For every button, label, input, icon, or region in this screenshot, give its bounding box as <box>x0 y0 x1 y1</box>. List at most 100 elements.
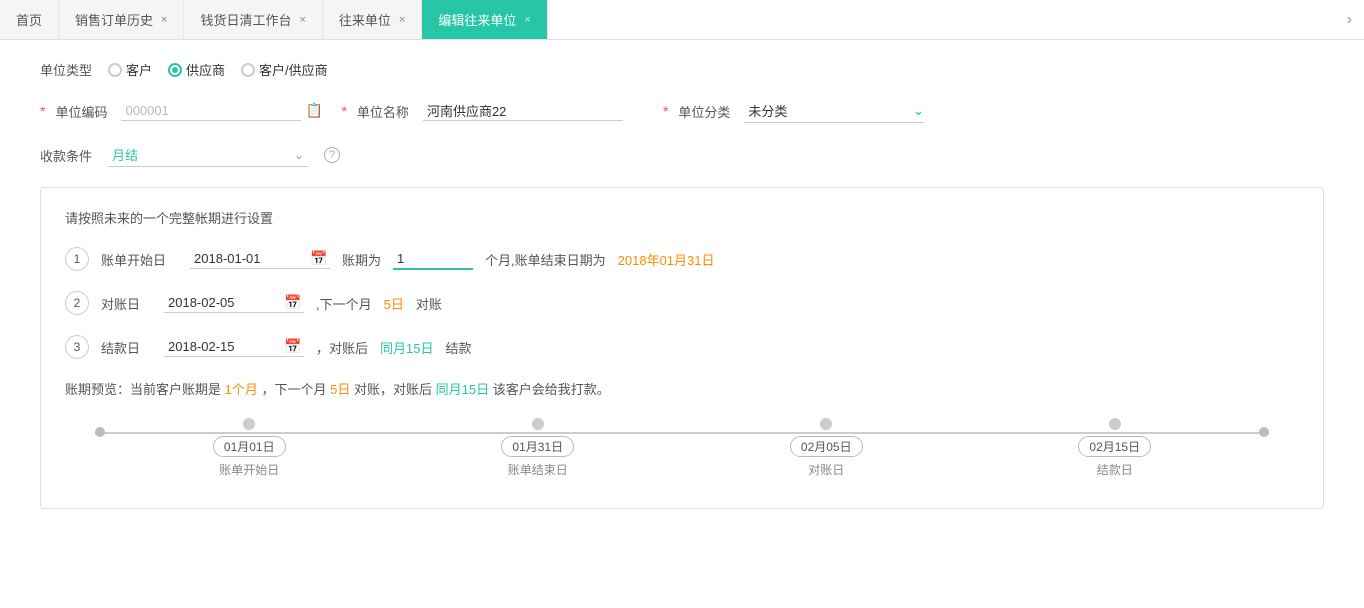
unit-classify-label: 单位分类 <box>678 102 730 121</box>
payment-help-icon[interactable]: ? <box>324 147 340 163</box>
step-2-calendar-icon[interactable]: 📅 <box>284 294 301 311</box>
timeline-dot-2 <box>532 418 544 430</box>
main-content: 单位类型 客户 供应商 客户/供应商 * 单位编码 📋 <box>0 40 1364 608</box>
unit-name-group: * 单位名称 <box>341 101 622 121</box>
step-3-label: 结款日 <box>101 338 152 357</box>
timeline-badge-1: 01月01日 <box>213 436 286 457</box>
timeline-start-cap <box>95 418 105 437</box>
unit-name-required: * <box>341 103 346 119</box>
unit-classify-value: 未分类 <box>744 99 912 122</box>
timeline-label-4: 结款日 <box>1097 461 1133 478</box>
unit-name-label: 单位名称 <box>357 102 409 121</box>
step-3-row: 3 结款日 📅 ，对账后 同月15日 结款 <box>65 335 1299 359</box>
step-3-calendar-icon[interactable]: 📅 <box>284 338 301 355</box>
step-1-period-suffix: 个月,账单结束日期为 <box>485 250 606 269</box>
unit-type-label: 单位类型 <box>40 60 92 79</box>
preview-day: 5日 <box>330 382 350 397</box>
payment-value: 月结 <box>108 143 290 166</box>
unit-name-input[interactable] <box>423 101 623 121</box>
preview-mid2: 对账，对账后 <box>354 382 432 397</box>
timeline-start-dot <box>95 427 105 437</box>
step-3-suffix1: ，对账后 <box>316 338 368 357</box>
step-2-row: 2 对账日 📅 ,下一个月 5日 对账 <box>65 291 1299 315</box>
radio-customer-label: 客户 <box>126 60 152 79</box>
timeline-point-4: 02月15日 结款日 <box>971 418 1260 478</box>
unit-code-label: 单位编码 <box>55 102 107 121</box>
tab-partners[interactable]: 往来单位 × <box>323 0 422 39</box>
preview-settle-day: 同月15日 <box>436 382 489 397</box>
radio-customer[interactable]: 客户 <box>108 60 152 79</box>
timeline-label-3: 对账日 <box>808 461 844 478</box>
unit-code-icon[interactable]: 📋 <box>305 102 322 119</box>
unit-code-field: 📋 <box>121 101 301 121</box>
timeline-end-cap <box>1259 418 1269 437</box>
tab-sales-history-close[interactable]: × <box>161 14 167 26</box>
step-2-highlight-day: 5日 <box>384 294 404 313</box>
step-3-date-field: 📅 <box>164 337 304 357</box>
step-1-date-field: 📅 <box>190 249 330 269</box>
preview-text: 账期预览：当前客户账期是 1个月 ，下一个月 5日 对账，对账后 同月15日 该… <box>65 379 1299 398</box>
period-settings-card: 请按照未来的一个完整帐期进行设置 1 账单开始日 📅 账期为 个月,账单结束日期… <box>40 187 1324 509</box>
unit-type-row: 单位类型 客户 供应商 客户/供应商 <box>40 60 1324 79</box>
timeline-badge-3: 02月05日 <box>790 436 863 457</box>
step-2-suffix1: ,下一个月 <box>316 294 372 313</box>
unit-code-required: * <box>40 103 45 119</box>
step-1-calendar-icon[interactable]: 📅 <box>310 250 327 267</box>
step-2-suffix2: 对账 <box>416 294 442 313</box>
step-1-label: 账单开始日 <box>101 250 178 269</box>
radio-customer-circle <box>108 63 122 77</box>
unit-classify-dropdown[interactable]: 未分类 ⌄ <box>744 99 924 123</box>
timeline-points: 01月01日 账单开始日 01月31日 账单结束日 02月05日 对账日 <box>95 418 1269 478</box>
step-1-period-input[interactable] <box>393 249 473 270</box>
card-instruction: 请按照未来的一个完整帐期进行设置 <box>65 208 1299 227</box>
timeline-dot-1 <box>243 418 255 430</box>
timeline-dot-3 <box>820 418 832 430</box>
timeline-point-2: 01月31日 账单结束日 <box>394 418 683 478</box>
preview-mid1: ，下一个月 <box>262 382 327 397</box>
step-3-num: 3 <box>65 335 89 359</box>
tab-edit-partner-close[interactable]: × <box>524 14 530 26</box>
preview-suffix: 该客户会给我打款。 <box>493 382 610 397</box>
timeline-dot-4 <box>1109 418 1121 430</box>
unit-classify-required: * <box>663 103 668 119</box>
timeline-label-1: 账单开始日 <box>219 461 279 478</box>
tab-cash-work-close[interactable]: × <box>299 14 305 26</box>
step-1-num: 1 <box>65 247 89 271</box>
radio-group-unit-type: 客户 供应商 客户/供应商 <box>108 60 328 79</box>
payment-row: 收款条件 月结 ⌄ ? <box>40 143 1324 167</box>
tab-more-button[interactable]: › <box>1335 0 1364 39</box>
payment-dropdown-arrow-icon: ⌄ <box>290 148 308 162</box>
step-1-date-input[interactable] <box>190 249 310 268</box>
payment-label: 收款条件 <box>40 146 92 165</box>
radio-customer-supplier-label: 客户/供应商 <box>259 60 328 79</box>
step-1-end-date: 2018年01月31日 <box>618 250 715 269</box>
radio-supplier-circle <box>168 63 182 77</box>
preview-period: 1个月 <box>225 382 258 397</box>
radio-supplier[interactable]: 供应商 <box>168 60 225 79</box>
radio-supplier-label: 供应商 <box>186 60 225 79</box>
step-2-num: 2 <box>65 291 89 315</box>
step-2-date-field: 📅 <box>164 293 304 313</box>
timeline-badge-2: 01月31日 <box>501 436 574 457</box>
tab-sales-history[interactable]: 销售订单历史 × <box>59 0 184 39</box>
unit-code-group: * 单位编码 📋 <box>40 101 301 121</box>
timeline-end-dot <box>1259 427 1269 437</box>
unit-code-input[interactable] <box>121 101 305 120</box>
tab-home[interactable]: 首页 <box>0 0 59 39</box>
timeline-badge-4: 02月15日 <box>1078 436 1151 457</box>
timeline: 01月01日 账单开始日 01月31日 账单结束日 02月05日 对账日 <box>65 418 1299 478</box>
step-3-highlight-day: 同月15日 <box>380 338 433 357</box>
step-3-suffix2: 结款 <box>446 338 472 357</box>
step-2-label: 对账日 <box>101 294 152 313</box>
tab-partners-close[interactable]: × <box>399 14 405 26</box>
step-2-date-input[interactable] <box>164 293 284 312</box>
step-3-date-input[interactable] <box>164 337 284 356</box>
tab-cash-work[interactable]: 钱货日清工作台 × <box>184 0 322 39</box>
unit-classify-group: * 单位分类 未分类 ⌄ <box>663 99 924 123</box>
timeline-point-3: 02月05日 对账日 <box>682 418 971 478</box>
tab-edit-partner[interactable]: 编辑往来单位 × <box>422 0 547 39</box>
radio-customer-supplier[interactable]: 客户/供应商 <box>241 60 328 79</box>
tab-bar: 首页 销售订单历史 × 钱货日清工作台 × 往来单位 × 编辑往来单位 × › <box>0 0 1364 40</box>
payment-dropdown[interactable]: 月结 ⌄ <box>108 143 308 167</box>
step-1-row: 1 账单开始日 📅 账期为 个月,账单结束日期为 2018年01月31日 <box>65 247 1299 271</box>
